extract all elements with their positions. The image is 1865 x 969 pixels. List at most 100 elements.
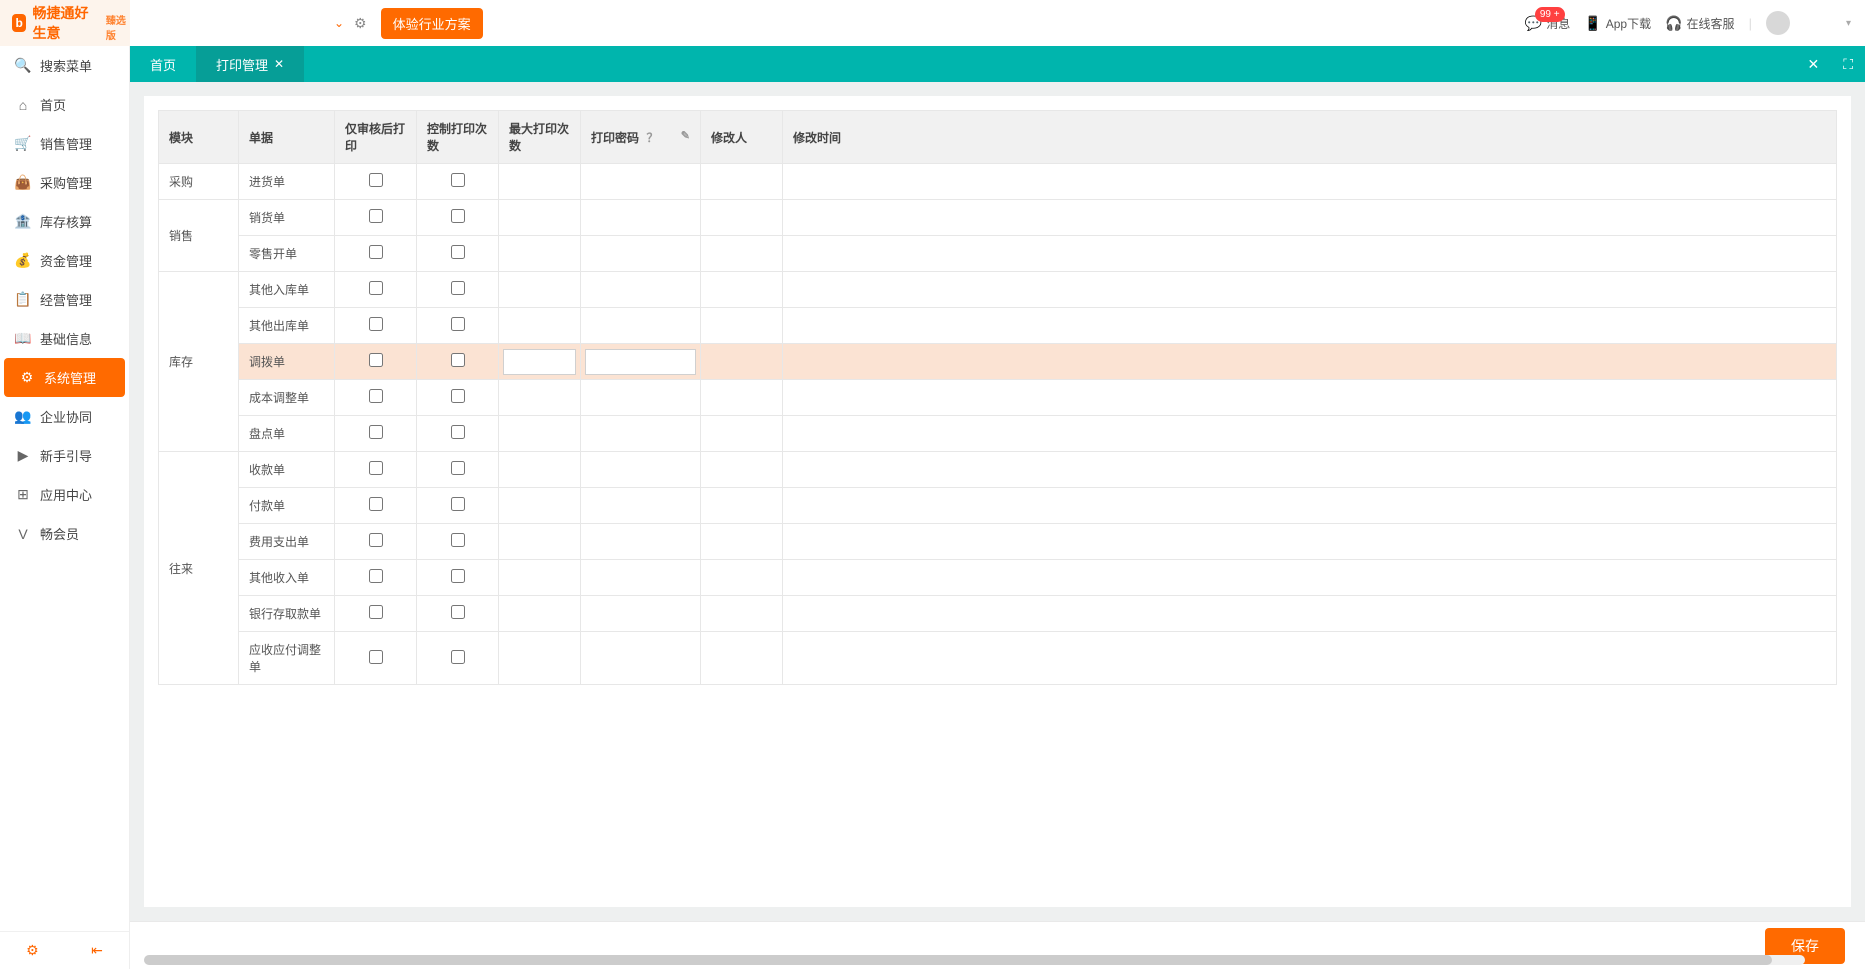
settings-icon[interactable]: ⚙ — [26, 942, 39, 959]
print-settings-table: 模块 单据 仅审核后打印 控制打印次数 最大打印次数 打印密码 ？ ✎ — [158, 110, 1837, 685]
header: b 畅捷通好生意 臻选版 ⌄ ⚙ 体验行业方案 💬 消息 99 + 📱 App下… — [0, 0, 1865, 46]
doc-cell: 费用支出单 — [239, 524, 335, 560]
sidebar-item-label: 搜索菜单 — [40, 56, 92, 75]
messages-badge: 99 + — [1535, 7, 1565, 22]
user-menu[interactable]: ▾ — [1766, 11, 1851, 35]
approved-checkbox[interactable] — [369, 605, 383, 619]
approved-checkbox[interactable] — [369, 317, 383, 331]
th-document: 单据 — [239, 111, 335, 164]
sidebar-item-apps[interactable]: ⊞应用中心 — [0, 475, 129, 514]
sidebar-item-collab[interactable]: 👥企业协同 — [0, 397, 129, 436]
search-menu-icon: 🔍 — [14, 57, 32, 74]
funds-icon: 💰 — [14, 252, 32, 269]
approved-checkbox[interactable] — [369, 353, 383, 367]
approved-checkbox[interactable] — [369, 533, 383, 547]
control-checkbox[interactable] — [451, 605, 465, 619]
guide-icon: ▶ — [14, 447, 32, 464]
th-approved: 仅审核后打印 — [335, 111, 417, 164]
industry-plan-button[interactable]: 体验行业方案 — [381, 8, 483, 39]
org-selector[interactable]: ⌄ — [144, 14, 344, 33]
control-checkbox[interactable] — [451, 281, 465, 295]
control-checkbox[interactable] — [451, 497, 465, 511]
tab-打印管理[interactable]: 打印管理✕ — [196, 46, 304, 82]
table-row: 调拨单 — [159, 344, 1837, 380]
doc-cell: 付款单 — [239, 488, 335, 524]
fullscreen-icon[interactable]: ⛶ — [1831, 46, 1865, 82]
sidebar-item-guide[interactable]: ▶新手引导 — [0, 436, 129, 475]
control-checkbox[interactable] — [451, 461, 465, 475]
approved-checkbox[interactable] — [369, 497, 383, 511]
home-icon: ⌂ — [14, 97, 32, 113]
doc-cell: 其他出库单 — [239, 308, 335, 344]
control-checkbox[interactable] — [451, 173, 465, 187]
edit-icon[interactable]: ✎ — [681, 129, 690, 142]
module-cell: 销售 — [159, 200, 239, 272]
sidebar-item-search-menu[interactable]: 🔍 搜索菜单 — [0, 46, 129, 85]
approved-checkbox[interactable] — [369, 461, 383, 475]
approved-checkbox[interactable] — [369, 389, 383, 403]
help-icon[interactable]: ？ — [646, 131, 658, 145]
th-time: 修改时间 — [783, 111, 1837, 164]
horizontal-scrollbar[interactable] — [144, 955, 1805, 965]
control-checkbox[interactable] — [451, 533, 465, 547]
sidebar-item-funds[interactable]: 💰 资金管理 — [0, 241, 129, 280]
approved-checkbox[interactable] — [369, 281, 383, 295]
approved-checkbox[interactable] — [369, 173, 383, 187]
sidebar-item-label: 基础信息 — [40, 329, 92, 348]
sidebar-item-inventory[interactable]: 🏦 库存核算 — [0, 202, 129, 241]
approved-checkbox[interactable] — [369, 245, 383, 259]
control-checkbox[interactable] — [451, 425, 465, 439]
sidebar-item-home[interactable]: ⌂首页 — [0, 85, 129, 124]
doc-cell: 零售开单 — [239, 236, 335, 272]
sidebar-item-label: 经营管理 — [40, 290, 92, 309]
th-editor: 修改人 — [701, 111, 783, 164]
control-checkbox[interactable] — [451, 245, 465, 259]
inventory-icon: 🏦 — [14, 213, 32, 230]
basic-icon: 📖 — [14, 330, 32, 347]
sidebar-item-label: 资金管理 — [40, 251, 92, 270]
table-row: 成本调整单 — [159, 380, 1837, 416]
control-checkbox[interactable] — [451, 317, 465, 331]
online-service[interactable]: 🎧 在线客服 — [1665, 15, 1734, 32]
close-all-icon[interactable]: ✕ — [1795, 46, 1831, 82]
password-input[interactable] — [585, 349, 696, 375]
approved-checkbox[interactable] — [369, 569, 383, 583]
sidebar-item-basic[interactable]: 📖 基础信息 — [0, 319, 129, 358]
control-checkbox[interactable] — [451, 569, 465, 583]
operation-icon: 📋 — [14, 291, 32, 308]
messages[interactable]: 💬 消息 99 + — [1525, 15, 1570, 32]
max-times-input[interactable] — [503, 349, 576, 375]
system-icon: ⚙ — [18, 369, 36, 386]
control-checkbox[interactable] — [451, 389, 465, 403]
sidebar-item-sales[interactable]: 🛒销售管理 — [0, 124, 129, 163]
collapse-icon[interactable]: ⇤ — [91, 942, 103, 959]
control-checkbox[interactable] — [451, 353, 465, 367]
control-checkbox[interactable] — [451, 209, 465, 223]
tab-首页[interactable]: 首页 — [130, 46, 196, 82]
sidebar-item-system[interactable]: ⚙ 系统管理 — [4, 358, 125, 397]
logo-icon: b — [12, 14, 26, 32]
approved-checkbox[interactable] — [369, 650, 383, 664]
approved-checkbox[interactable] — [369, 209, 383, 223]
avatar — [1766, 11, 1790, 35]
doc-cell: 销货单 — [239, 200, 335, 236]
th-password: 打印密码 ？ ✎ — [581, 111, 701, 164]
tabs: 首页打印管理✕ ✕ ⛶ — [130, 46, 1865, 82]
sidebar: 🔍 搜索菜单 ⌂首页🛒销售管理👜采购管理 🏦 库存核算 💰 资金管理 📋 经营管理 📖 基础信息 ⚙ 系… — [0, 46, 130, 969]
close-icon[interactable]: ✕ — [274, 57, 284, 71]
sidebar-item-label: 销售管理 — [40, 134, 92, 153]
table-row: 应收应付调整单 — [159, 632, 1837, 685]
control-checkbox[interactable] — [451, 650, 465, 664]
sidebar-item-label: 系统管理 — [44, 368, 96, 387]
app-download[interactable]: 📱 App下载 — [1584, 15, 1651, 32]
sidebar-item-vip[interactable]: V畅会员 — [0, 514, 129, 553]
approved-checkbox[interactable] — [369, 425, 383, 439]
gear-icon[interactable]: ⚙ — [354, 15, 367, 32]
chevron-down-icon: ⌄ — [334, 16, 344, 30]
sidebar-item-label: 库存核算 — [40, 212, 92, 231]
th-module: 模块 — [159, 111, 239, 164]
content-card: 模块 单据 仅审核后打印 控制打印次数 最大打印次数 打印密码 ？ ✎ — [144, 96, 1851, 907]
sidebar-item-operation[interactable]: 📋 经营管理 — [0, 280, 129, 319]
sidebar-item-purchase[interactable]: 👜采购管理 — [0, 163, 129, 202]
logo-subtext: 臻选版 — [106, 12, 130, 42]
